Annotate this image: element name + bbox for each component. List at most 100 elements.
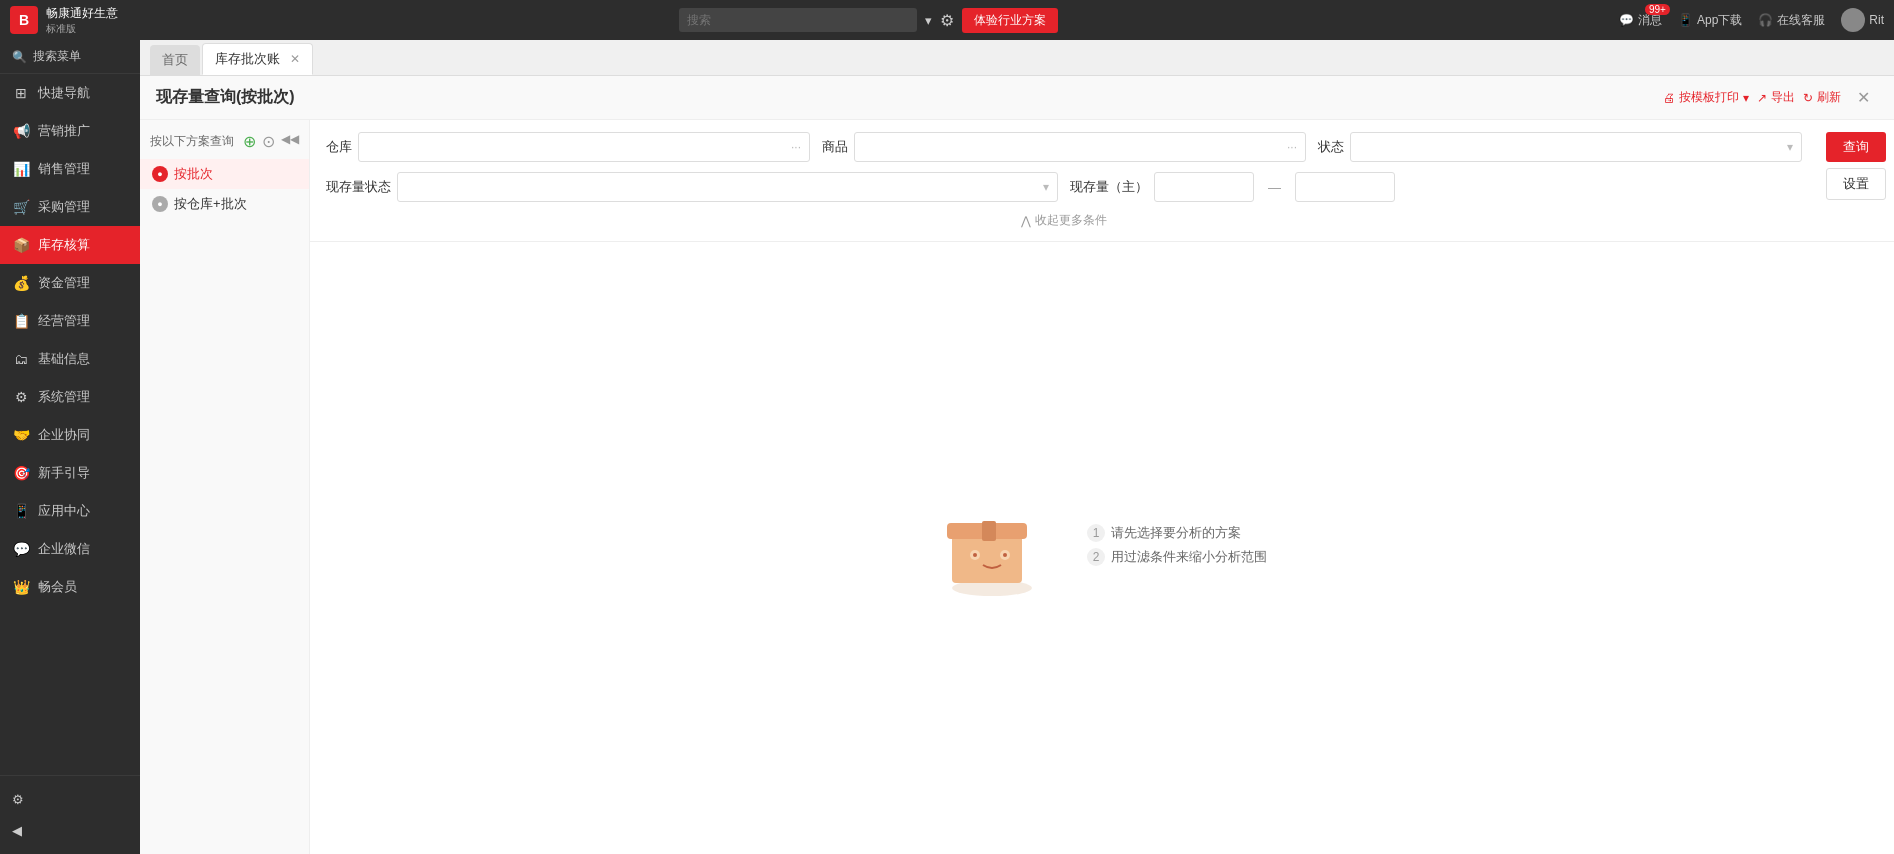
status-select[interactable]: ▾ <box>1350 132 1802 162</box>
scheme-by-batch[interactable]: ● 按批次 <box>140 159 309 189</box>
tab-inventory-batch-label: 库存批次账 <box>215 51 280 66</box>
sidebar-item-label: 系统管理 <box>38 388 90 406</box>
scheme-by-warehouse-batch[interactable]: ● 按仓库+批次 <box>140 189 309 219</box>
empty-tip-1: 1 请先选择要分析的方案 <box>1087 524 1267 542</box>
page-close-btn[interactable]: ✕ <box>1849 88 1878 107</box>
refresh-btn[interactable]: ↻ 刷新 <box>1803 89 1841 106</box>
query-btn[interactable]: 查询 <box>1826 132 1886 162</box>
settings-scheme-icon[interactable]: ⊙ <box>262 132 275 151</box>
goods-select[interactable]: ··· <box>854 132 1306 162</box>
settings-icon: ⚙ <box>12 792 24 807</box>
sidebar-item-label: 企业协同 <box>38 426 90 444</box>
app-download-btn[interactable]: 📱 App下载 <box>1678 12 1742 29</box>
goods-more-icon[interactable]: ··· <box>1287 140 1297 154</box>
page-title: 现存量查询(按批次) <box>156 87 295 108</box>
sidebar-item-quick-nav[interactable]: ⊞ 快捷导航 <box>0 74 140 112</box>
app-name: 畅康通好生意 <box>46 5 118 22</box>
phone-icon: 📱 <box>1678 13 1693 27</box>
sidebar-item-enterprise[interactable]: 🤝 企业协同 <box>0 416 140 454</box>
sidebar-collapse-btn[interactable]: ◀ <box>0 815 140 846</box>
sidebar-item-guide[interactable]: 🎯 新手引导 <box>0 454 140 492</box>
tip2-text: 用过滤条件来缩小分析范围 <box>1111 548 1267 566</box>
sidebar-item-app-center[interactable]: 📱 应用中心 <box>0 492 140 530</box>
empty-box-svg <box>937 493 1047 603</box>
app-center-icon: 📱 <box>12 502 30 520</box>
tab-close-icon[interactable]: ✕ <box>290 52 300 66</box>
sidebar-item-finance[interactable]: 💰 资金管理 <box>0 264 140 302</box>
collapse-icon: ◀ <box>12 823 22 838</box>
inventory-qty-max-input[interactable] <box>1295 172 1395 202</box>
warehouse-more-icon[interactable]: ··· <box>791 140 801 154</box>
empty-state: 1 请先选择要分析的方案 2 用过滤条件来缩小分析范围 <box>310 242 1894 854</box>
left-panel: 按以下方案查询 ⊕ ⊙ ◀◀ ● 按批次 ● 按仓库+批次 <box>140 120 310 854</box>
sidebar-item-wechat[interactable]: 💬 企业微信 <box>0 530 140 568</box>
collapse-up-icon: ⋀ <box>1021 214 1031 228</box>
collapse-filter-btn[interactable]: ⋀ 收起更多条件 <box>326 212 1802 229</box>
sidebar-item-purchase[interactable]: 🛒 采购管理 <box>0 188 140 226</box>
sidebar-item-label: 畅会员 <box>38 578 77 596</box>
print-btn[interactable]: 🖨 按模板打印 ▾ <box>1663 89 1749 106</box>
operation-icon: 📋 <box>12 312 30 330</box>
inventory-status-dropdown-icon[interactable]: ▾ <box>1043 180 1049 194</box>
marketing-icon: 📢 <box>12 122 30 140</box>
page-body: 按以下方案查询 ⊕ ⊙ ◀◀ ● 按批次 ● 按仓库+批次 <box>140 120 1894 854</box>
headset-icon: 🎧 <box>1758 13 1773 27</box>
topbar-left: B 畅康通好生意 标准版 <box>10 5 118 36</box>
inventory-icon: 📦 <box>12 236 30 254</box>
tab-inventory-batch[interactable]: 库存批次账 ✕ <box>202 43 313 75</box>
message-icon: 💬 <box>1619 13 1634 27</box>
inventory-status-group: 现存量状态 ▾ <box>326 172 1058 202</box>
wechat-icon: 💬 <box>12 540 30 558</box>
sidebar: 🔍 搜索菜单 ⊞ 快捷导航 📢 营销推广 📊 销售管理 🛒 采购管理 📦 库存核… <box>0 40 140 854</box>
print-dropdown-icon[interactable]: ▾ <box>1743 91 1749 105</box>
content-area: 首页 库存批次账 ✕ 现存量查询(按批次) 🖨 按模板打印 ▾ ↗ 导出 <box>140 40 1894 854</box>
left-panel-header: 按以下方案查询 ⊕ ⊙ ◀◀ <box>140 128 309 159</box>
message-btn[interactable]: 💬 消息 99+ <box>1619 12 1662 29</box>
user-profile[interactable]: Rit <box>1841 8 1884 32</box>
gear-icon[interactable]: ⚙ <box>940 11 954 30</box>
search-dropdown-icon[interactable]: ▾ <box>925 13 932 28</box>
purchase-icon: 🛒 <box>12 198 30 216</box>
sidebar-item-member[interactable]: 👑 畅会员 <box>0 568 140 606</box>
tab-home[interactable]: 首页 <box>150 45 200 75</box>
collapse-panel-icon[interactable]: ◀◀ <box>281 132 299 151</box>
sidebar-item-sales[interactable]: 📊 销售管理 <box>0 150 140 188</box>
sidebar-item-label: 库存核算 <box>38 236 90 254</box>
sidebar-item-system[interactable]: ⚙ 系统管理 <box>0 378 140 416</box>
experience-btn[interactable]: 体验行业方案 <box>962 8 1058 33</box>
scheme-batch-icon: ● <box>152 166 168 182</box>
sidebar-item-basic[interactable]: 🗂 基础信息 <box>0 340 140 378</box>
tip1-text: 请先选择要分析的方案 <box>1111 524 1241 542</box>
sidebar-item-inventory[interactable]: 📦 库存核算 <box>0 226 140 264</box>
inventory-qty-group: 现存量（主） — <box>1070 172 1802 202</box>
warehouse-filter-group: 仓库 ··· <box>326 132 810 162</box>
inventory-qty-min-input[interactable] <box>1154 172 1254 202</box>
refresh-icon: ↻ <box>1803 91 1813 105</box>
topbar: B 畅康通好生意 标准版 ▾ ⚙ 体验行业方案 💬 消息 99+ 📱 App下载… <box>0 0 1894 40</box>
inventory-qty-label: 现存量（主） <box>1070 178 1148 196</box>
online-service-btn[interactable]: 🎧 在线客服 <box>1758 12 1825 29</box>
sidebar-search[interactable]: 🔍 搜索菜单 <box>0 40 140 74</box>
left-panel-actions: ⊕ ⊙ ◀◀ <box>243 132 299 151</box>
empty-tips: 1 请先选择要分析的方案 2 用过滤条件来缩小分析范围 <box>1087 524 1267 572</box>
sidebar-item-marketing[interactable]: 📢 营销推广 <box>0 112 140 150</box>
inventory-status-select[interactable]: ▾ <box>397 172 1058 202</box>
sales-icon: 📊 <box>12 160 30 178</box>
filter-container: 仓库 ··· 商品 ··· <box>310 120 1894 242</box>
export-btn[interactable]: ↗ 导出 <box>1757 89 1795 106</box>
collapse-filter-label: 收起更多条件 <box>1035 212 1107 229</box>
tip1-num: 1 <box>1087 524 1105 542</box>
system-icon: ⚙ <box>12 388 30 406</box>
warehouse-select[interactable]: ··· <box>358 132 810 162</box>
add-scheme-icon[interactable]: ⊕ <box>243 132 256 151</box>
basic-icon: 🗂 <box>12 350 30 368</box>
sidebar-item-operation[interactable]: 📋 经营管理 <box>0 302 140 340</box>
status-dropdown-icon[interactable]: ▾ <box>1787 140 1793 154</box>
empty-illustration <box>937 493 1047 603</box>
settings-btn[interactable]: 设置 <box>1826 168 1886 200</box>
topbar-right: 💬 消息 99+ 📱 App下载 🎧 在线客服 Rit <box>1619 8 1884 32</box>
global-search-input[interactable] <box>679 8 917 32</box>
guide-icon: 🎯 <box>12 464 30 482</box>
right-content: 仓库 ··· 商品 ··· <box>310 120 1894 854</box>
sidebar-settings-btn[interactable]: ⚙ <box>0 784 140 815</box>
